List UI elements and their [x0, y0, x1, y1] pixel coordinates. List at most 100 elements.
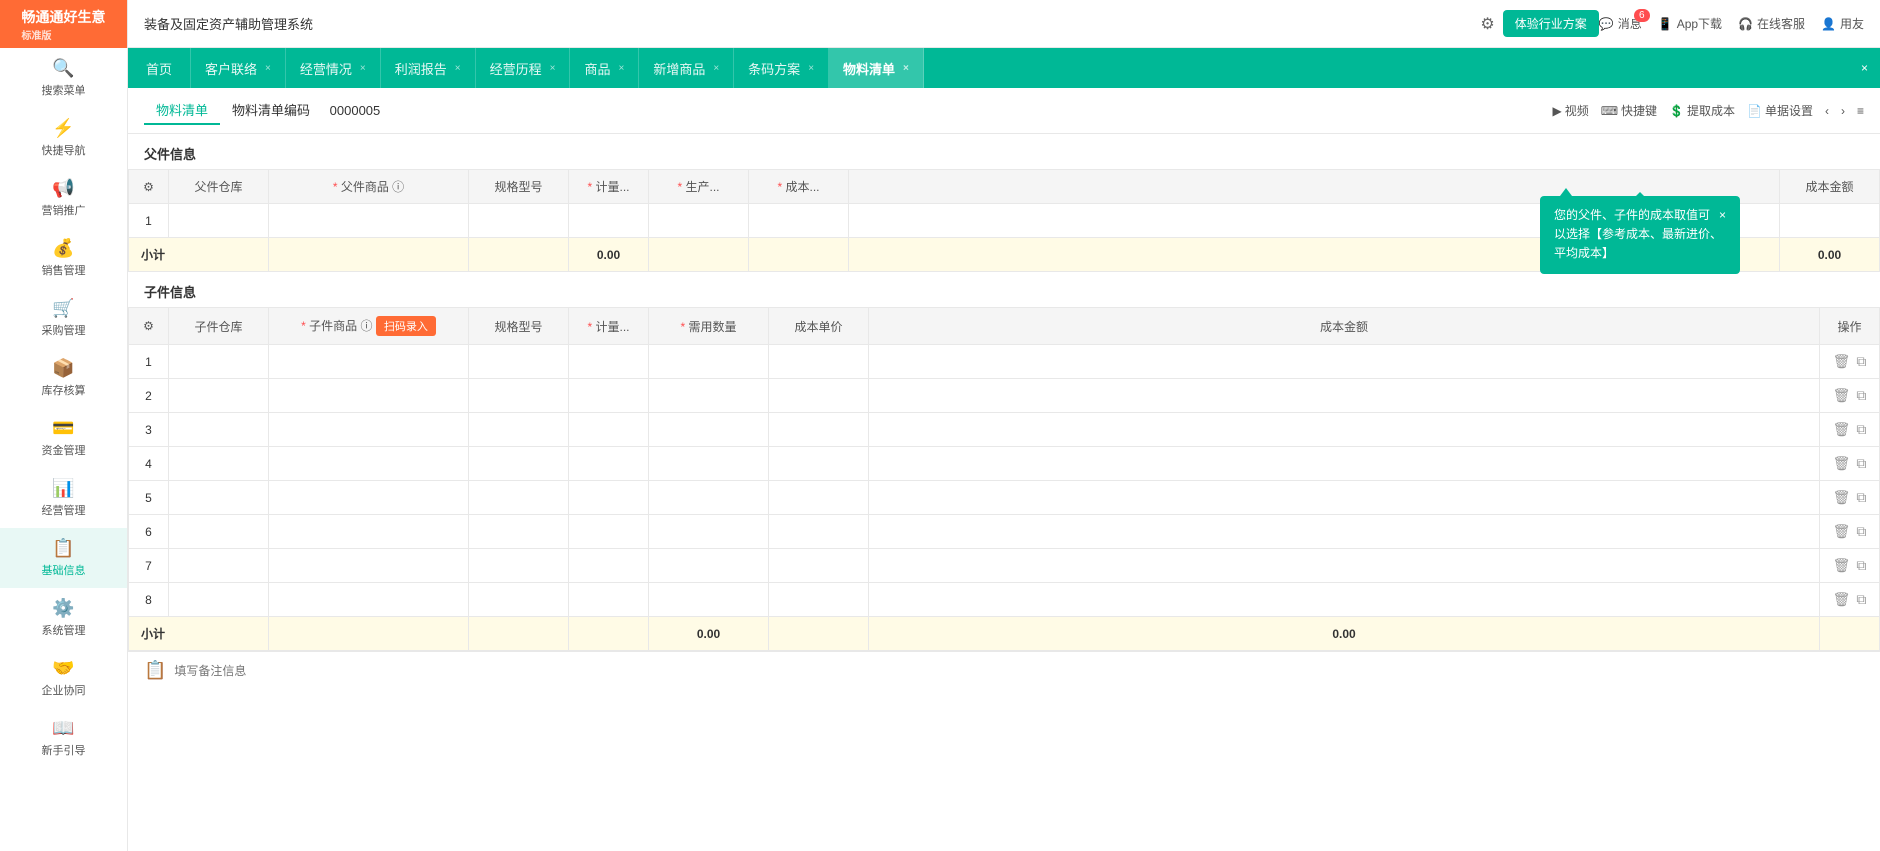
parent-prod-cell[interactable]	[649, 204, 749, 238]
tab-profit-report[interactable]: 利润报告 ×	[381, 48, 476, 88]
user-button[interactable]: 👤 用友	[1821, 15, 1864, 32]
settings-action[interactable]: 📄 单据设置	[1747, 102, 1813, 119]
child-unit-cell[interactable]	[569, 515, 649, 549]
note-input[interactable]	[174, 664, 1864, 678]
child-unit-cell[interactable]	[569, 413, 649, 447]
child-warehouse-cell[interactable]	[169, 379, 269, 413]
child-warehouse-cell[interactable]	[169, 515, 269, 549]
app-download-button[interactable]: 📱 App下载	[1658, 15, 1722, 32]
tab-close-icon[interactable]: ×	[713, 63, 719, 74]
child-spec-cell[interactable]	[469, 447, 569, 481]
messages-button[interactable]: 💬 消息 6	[1599, 15, 1642, 32]
delete-icon[interactable]: 🗑	[1833, 523, 1851, 540]
child-req-qty-cell[interactable]	[649, 549, 769, 583]
child-unit-cost-cell[interactable]	[769, 413, 869, 447]
child-product-cell[interactable]	[269, 481, 469, 515]
tab-home[interactable]: 首页	[128, 48, 191, 88]
parent-warehouse-cell[interactable]	[169, 204, 269, 238]
child-product-cell[interactable]	[269, 515, 469, 549]
sidebar-item-finance[interactable]: 💳 资金管理	[0, 408, 127, 468]
tab-operations-history[interactable]: 经营历程 ×	[476, 48, 571, 88]
child-spec-cell[interactable]	[469, 583, 569, 617]
child-req-qty-cell[interactable]	[649, 481, 769, 515]
delete-icon[interactable]: 🗑	[1833, 387, 1851, 404]
child-product-cell[interactable]	[269, 447, 469, 481]
tab-customer[interactable]: 客户联络 ×	[191, 48, 286, 88]
sidebar-item-search[interactable]: 🔍 搜索菜单	[0, 48, 127, 108]
tab-close-icon[interactable]: ×	[455, 63, 461, 74]
parent-unit-cell[interactable]	[569, 204, 649, 238]
nav-list[interactable]: ≡	[1857, 104, 1864, 118]
child-warehouse-cell[interactable]	[169, 447, 269, 481]
tab-close-icon[interactable]: ×	[808, 63, 814, 74]
nav-prev[interactable]: ‹	[1825, 104, 1829, 118]
sidebar-item-sales[interactable]: 💰 销售管理	[0, 228, 127, 288]
child-req-qty-cell[interactable]	[649, 413, 769, 447]
child-req-qty-cell[interactable]	[649, 447, 769, 481]
child-unit-cell[interactable]	[569, 583, 649, 617]
tab-close-icon[interactable]: ×	[360, 63, 366, 74]
parent-spec-cell[interactable]	[469, 204, 569, 238]
child-unit-cell[interactable]	[569, 379, 649, 413]
delete-icon[interactable]: 🗑	[1833, 591, 1851, 608]
delete-icon[interactable]: 🗑	[1833, 421, 1851, 438]
child-req-qty-cell[interactable]	[649, 379, 769, 413]
copy-icon[interactable]: ⧉	[1856, 523, 1866, 540]
sidebar-item-marketing[interactable]: 📢 营销推广	[0, 168, 127, 228]
child-unit-cost-cell[interactable]	[769, 481, 869, 515]
copy-icon[interactable]: ⧉	[1856, 353, 1866, 370]
sub-tab-bom-code[interactable]: 物料清单编码 0000005	[220, 96, 392, 125]
delete-icon[interactable]: 🗑	[1833, 489, 1851, 506]
child-product-cell[interactable]	[269, 345, 469, 379]
child-unit-cost-cell[interactable]	[769, 379, 869, 413]
child-spec-cell[interactable]	[469, 345, 569, 379]
scan-input-button[interactable]: 扫码录入	[376, 316, 436, 336]
sidebar-item-quicknav[interactable]: ⚡ 快捷导航	[0, 108, 127, 168]
child-product-cell[interactable]	[269, 549, 469, 583]
sidebar-item-guide[interactable]: 📖 新手引导	[0, 708, 127, 768]
sidebar-item-inventory[interactable]: 📦 库存核算	[0, 348, 127, 408]
child-spec-cell[interactable]	[469, 549, 569, 583]
child-spec-cell[interactable]	[469, 379, 569, 413]
child-warehouse-cell[interactable]	[169, 549, 269, 583]
child-unit-cost-cell[interactable]	[769, 583, 869, 617]
child-spec-cell[interactable]	[469, 515, 569, 549]
child-req-qty-cell[interactable]	[649, 345, 769, 379]
parent-cost-cell[interactable]	[749, 204, 849, 238]
tab-close-icon[interactable]: ×	[265, 63, 271, 74]
tab-barcode[interactable]: 条码方案 ×	[734, 48, 829, 88]
tab-bom[interactable]: 物料清单 ×	[829, 48, 924, 88]
copy-icon[interactable]: ⧉	[1856, 489, 1866, 506]
sidebar-item-system[interactable]: ⚙️ 系统管理	[0, 588, 127, 648]
child-spec-cell[interactable]	[469, 413, 569, 447]
nav-next[interactable]: ›	[1841, 104, 1845, 118]
child-unit-cost-cell[interactable]	[769, 515, 869, 549]
child-unit-cell[interactable]	[569, 549, 649, 583]
parent-product-cell[interactable]	[269, 204, 469, 238]
child-warehouse-cell[interactable]	[169, 583, 269, 617]
sidebar-item-basic-info[interactable]: 📋 基础信息	[0, 528, 127, 588]
sidebar-item-operations[interactable]: 📊 经营管理	[0, 468, 127, 528]
child-spec-cell[interactable]	[469, 481, 569, 515]
trial-button[interactable]: 体验行业方案	[1503, 10, 1599, 37]
shortcut-action[interactable]: ⌨ 快捷键	[1601, 102, 1657, 119]
child-warehouse-cell[interactable]	[169, 481, 269, 515]
child-warehouse-cell[interactable]	[169, 413, 269, 447]
child-unit-cost-cell[interactable]	[769, 345, 869, 379]
settings-button[interactable]: ⚙	[1480, 14, 1494, 34]
tooltip-close-button[interactable]: ×	[1719, 206, 1726, 225]
delete-icon[interactable]: 🗑	[1833, 455, 1851, 472]
child-unit-cell[interactable]	[569, 345, 649, 379]
delete-icon[interactable]: 🗑	[1833, 557, 1851, 574]
child-product-cell[interactable]	[269, 379, 469, 413]
sidebar-item-purchase[interactable]: 🛒 采购管理	[0, 288, 127, 348]
copy-icon[interactable]: ⧉	[1856, 455, 1866, 472]
tab-close-icon[interactable]: ×	[903, 63, 909, 74]
copy-icon[interactable]: ⧉	[1856, 557, 1866, 574]
child-unit-cell[interactable]	[569, 481, 649, 515]
cost-action[interactable]: 💲 提取成本	[1669, 102, 1735, 119]
close-all-tabs[interactable]: ×	[1849, 61, 1880, 75]
child-warehouse-cell[interactable]	[169, 345, 269, 379]
tab-operations-status[interactable]: 经营情况 ×	[286, 48, 381, 88]
online-service-button[interactable]: 🎧 在线客服	[1738, 15, 1805, 32]
